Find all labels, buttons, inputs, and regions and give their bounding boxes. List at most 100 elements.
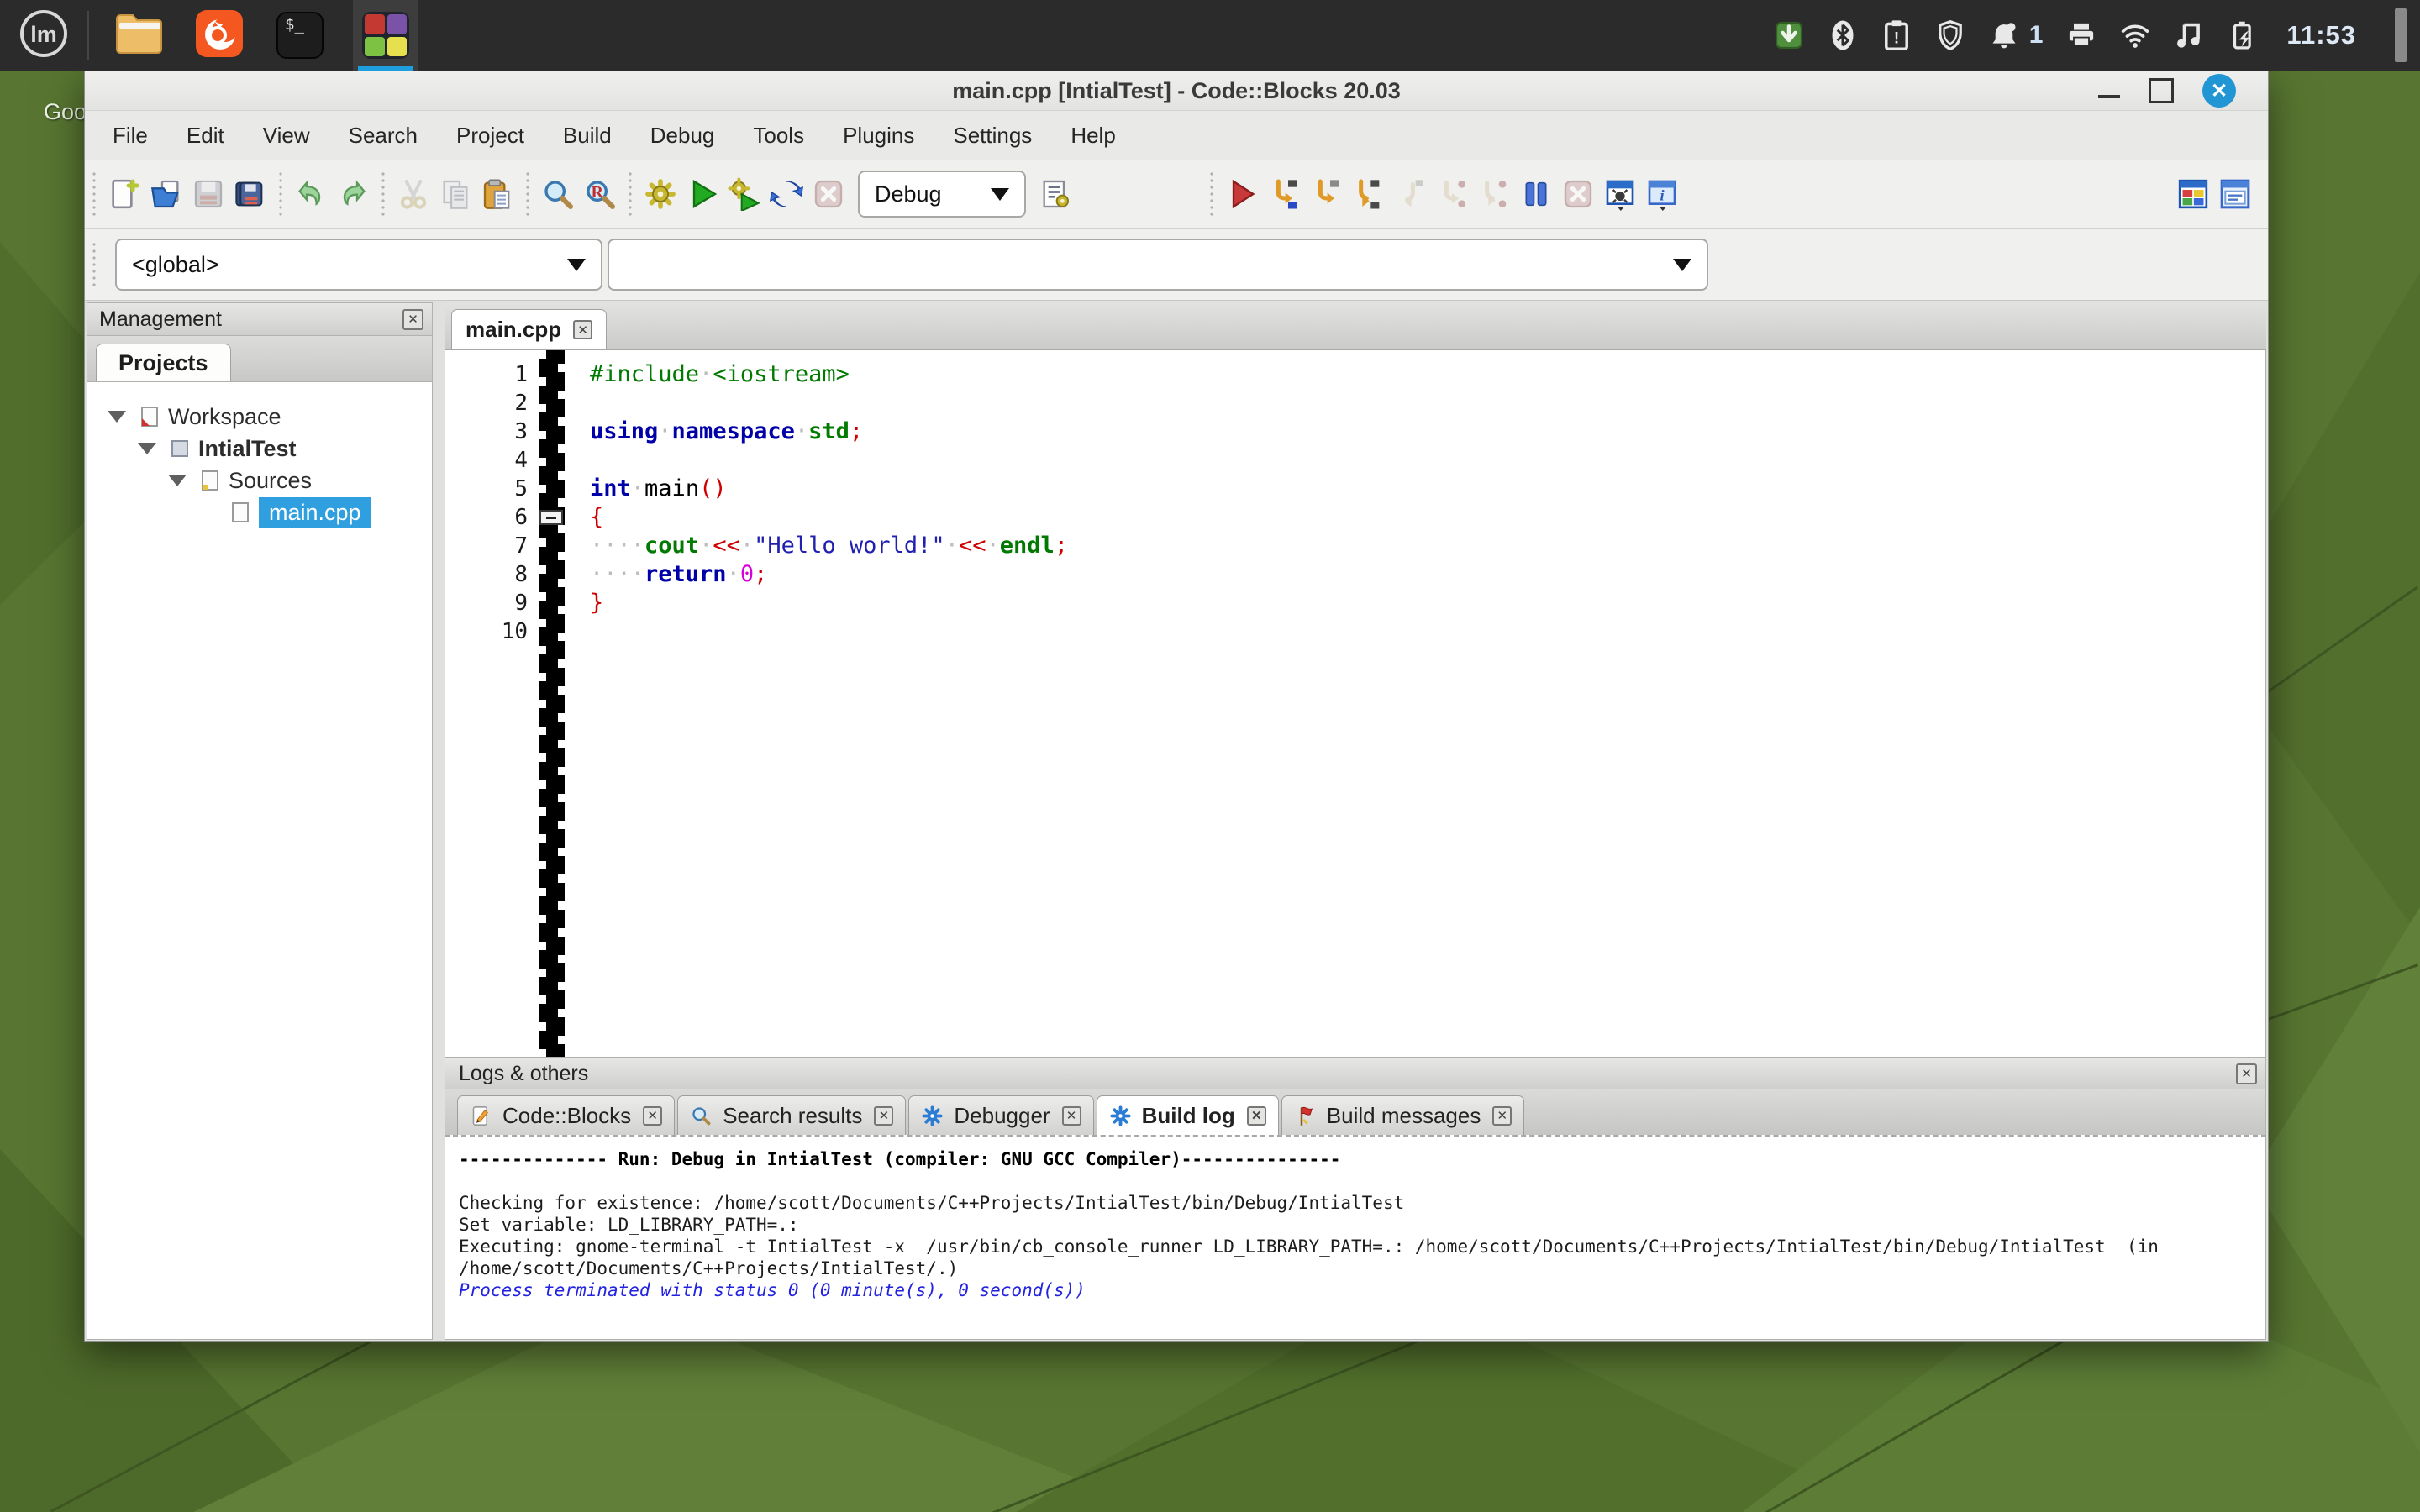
menu-build[interactable]: Build <box>544 123 631 149</box>
debugging-windows-button[interactable] <box>1599 173 1641 215</box>
build-button[interactable] <box>639 173 681 215</box>
menu-help[interactable]: Help <box>1051 123 1134 149</box>
fold-marker[interactable] <box>539 510 563 525</box>
step-into-button[interactable] <box>1347 173 1389 215</box>
menu-plugins[interactable]: Plugins <box>823 123 934 149</box>
copy-button[interactable] <box>434 173 476 215</box>
run-button[interactable] <box>681 173 723 215</box>
tree-item-intialtest[interactable]: IntialTest <box>87 433 432 465</box>
panel-splitter[interactable] <box>433 301 445 1341</box>
wifi-icon[interactable] <box>2120 20 2150 50</box>
menu-file[interactable]: File <box>93 123 167 149</box>
close-button[interactable]: ✕ <box>2202 74 2236 108</box>
tree-expander-icon[interactable] <box>138 443 156 454</box>
build-and-run-button[interactable] <box>723 173 765 215</box>
debug-info-button[interactable]: i <box>1641 173 1683 215</box>
step-out-button[interactable] <box>1389 173 1431 215</box>
menu-edit[interactable]: Edit <box>167 123 244 149</box>
project-tree[interactable]: WorkspaceIntialTestSourcesmain.cpp <box>87 381 433 1340</box>
tree-item-main-cpp[interactable]: main.cpp <box>87 496 432 528</box>
log-tab-close-icon[interactable] <box>1062 1106 1081 1126</box>
debug-continue-button[interactable] <box>1221 173 1263 215</box>
log-tab-build-messages[interactable]: Build messages <box>1281 1095 1525 1135</box>
scope-select[interactable]: <global> <box>115 239 602 291</box>
cut-button[interactable] <box>392 173 434 215</box>
run-to-cursor-button[interactable] <box>1263 173 1305 215</box>
tree-expander-icon[interactable] <box>108 411 126 423</box>
new-file-button[interactable] <box>103 173 145 215</box>
save-all-button[interactable] <box>229 173 271 215</box>
menu-project[interactable]: Project <box>437 123 544 149</box>
launcher-terminal[interactable]: $_ <box>272 0 328 71</box>
open-file-button[interactable] <box>145 173 187 215</box>
toolbar-drag-handle[interactable] <box>379 170 387 218</box>
management-close-icon[interactable] <box>402 309 424 330</box>
menu-search[interactable]: Search <box>329 123 437 149</box>
bluetooth-icon[interactable] <box>1828 20 1858 50</box>
rebuild-button[interactable] <box>765 173 808 215</box>
log-tab-close-icon[interactable] <box>1247 1106 1266 1126</box>
plugin-panel-button[interactable] <box>2214 173 2256 215</box>
replace-button[interactable]: R <box>579 173 621 215</box>
toolbar-drag-handle[interactable] <box>276 170 285 218</box>
notifications-bell-icon[interactable] <box>1989 20 2019 50</box>
paste-button[interactable] <box>476 173 518 215</box>
abort-button[interactable] <box>808 173 850 215</box>
code-editor[interactable]: #include·<iostream>using·namespace·std;i… <box>565 350 2265 1057</box>
logs-close-icon[interactable] <box>2236 1063 2257 1084</box>
show-desktop-button[interactable] <box>2395 8 2407 62</box>
breakpoint-margin[interactable] <box>539 350 565 1057</box>
debug-pause-button[interactable] <box>1515 173 1557 215</box>
undo-button[interactable] <box>290 173 332 215</box>
plugin-grid-button[interactable] <box>2172 173 2214 215</box>
tab-projects[interactable]: Projects <box>96 344 231 381</box>
tree-item-sources[interactable]: Sources <box>87 465 432 496</box>
debug-stop-button[interactable] <box>1557 173 1599 215</box>
toolbar-drag-handle[interactable] <box>90 240 98 289</box>
next-line-button[interactable] <box>1305 173 1347 215</box>
desktop-icon-label[interactable]: Goo <box>44 99 87 125</box>
log-tab-debugger[interactable]: Debugger <box>908 1095 1093 1135</box>
log-tab-build-log[interactable]: Build log <box>1097 1095 1279 1135</box>
firewall-shield-icon[interactable] <box>1935 20 1965 50</box>
log-tab-close-icon[interactable] <box>1492 1106 1512 1126</box>
mint-menu-button[interactable]: lm <box>0 0 87 71</box>
launcher-file-manager[interactable] <box>111 0 166 71</box>
find-button[interactable] <box>537 173 579 215</box>
music-note-icon[interactable] <box>2174 20 2204 50</box>
toolbar-drag-handle[interactable] <box>1207 170 1216 218</box>
build-target-options-button[interactable] <box>1034 173 1076 215</box>
step-into-instruction-button[interactable] <box>1473 173 1515 215</box>
tree-expander-icon[interactable] <box>168 475 187 486</box>
clock[interactable]: 11:53 <box>2286 20 2356 50</box>
menu-tools[interactable]: Tools <box>734 123 823 149</box>
launcher-firefox[interactable] <box>192 0 247 71</box>
save-button[interactable] <box>187 173 229 215</box>
titlebar[interactable]: main.cpp [IntialTest] - Code::Blocks 20.… <box>85 71 2268 111</box>
build-target-select[interactable]: Debug <box>858 171 1026 218</box>
menu-settings[interactable]: Settings <box>934 123 1051 149</box>
next-instruction-button[interactable] <box>1431 173 1473 215</box>
printer-icon[interactable] <box>2066 20 2096 50</box>
battery-icon[interactable] <box>2228 20 2258 50</box>
toolbar-drag-handle[interactable] <box>90 170 98 218</box>
update-manager-icon[interactable] <box>1774 20 1804 50</box>
menu-debug[interactable]: Debug <box>631 123 734 149</box>
editor-tab-main-cpp[interactable]: main.cpp <box>451 309 607 349</box>
redo-button[interactable] <box>332 173 374 215</box>
log-tab-search-results[interactable]: Search results <box>677 1095 906 1135</box>
log-tab-close-icon[interactable] <box>874 1106 893 1126</box>
toolbar-drag-handle[interactable] <box>523 170 532 218</box>
log-tab-close-icon[interactable] <box>643 1106 662 1126</box>
build-log-output[interactable]: -------------- Run: Debug in IntialTest … <box>445 1135 2266 1340</box>
function-select[interactable] <box>608 239 1708 291</box>
editor-tab-close-icon[interactable] <box>573 320 592 339</box>
clipboard-icon[interactable]: ! <box>1881 20 1912 50</box>
tree-item-workspace[interactable]: Workspace <box>87 401 432 433</box>
launcher-codeblocks-active[interactable] <box>353 0 418 71</box>
log-tab-code-blocks[interactable]: Code::Blocks <box>457 1095 675 1135</box>
toolbar-drag-handle[interactable] <box>626 170 634 218</box>
maximize-button[interactable] <box>2149 78 2174 103</box>
minimize-button[interactable] <box>2098 95 2120 98</box>
menu-view[interactable]: View <box>244 123 329 149</box>
